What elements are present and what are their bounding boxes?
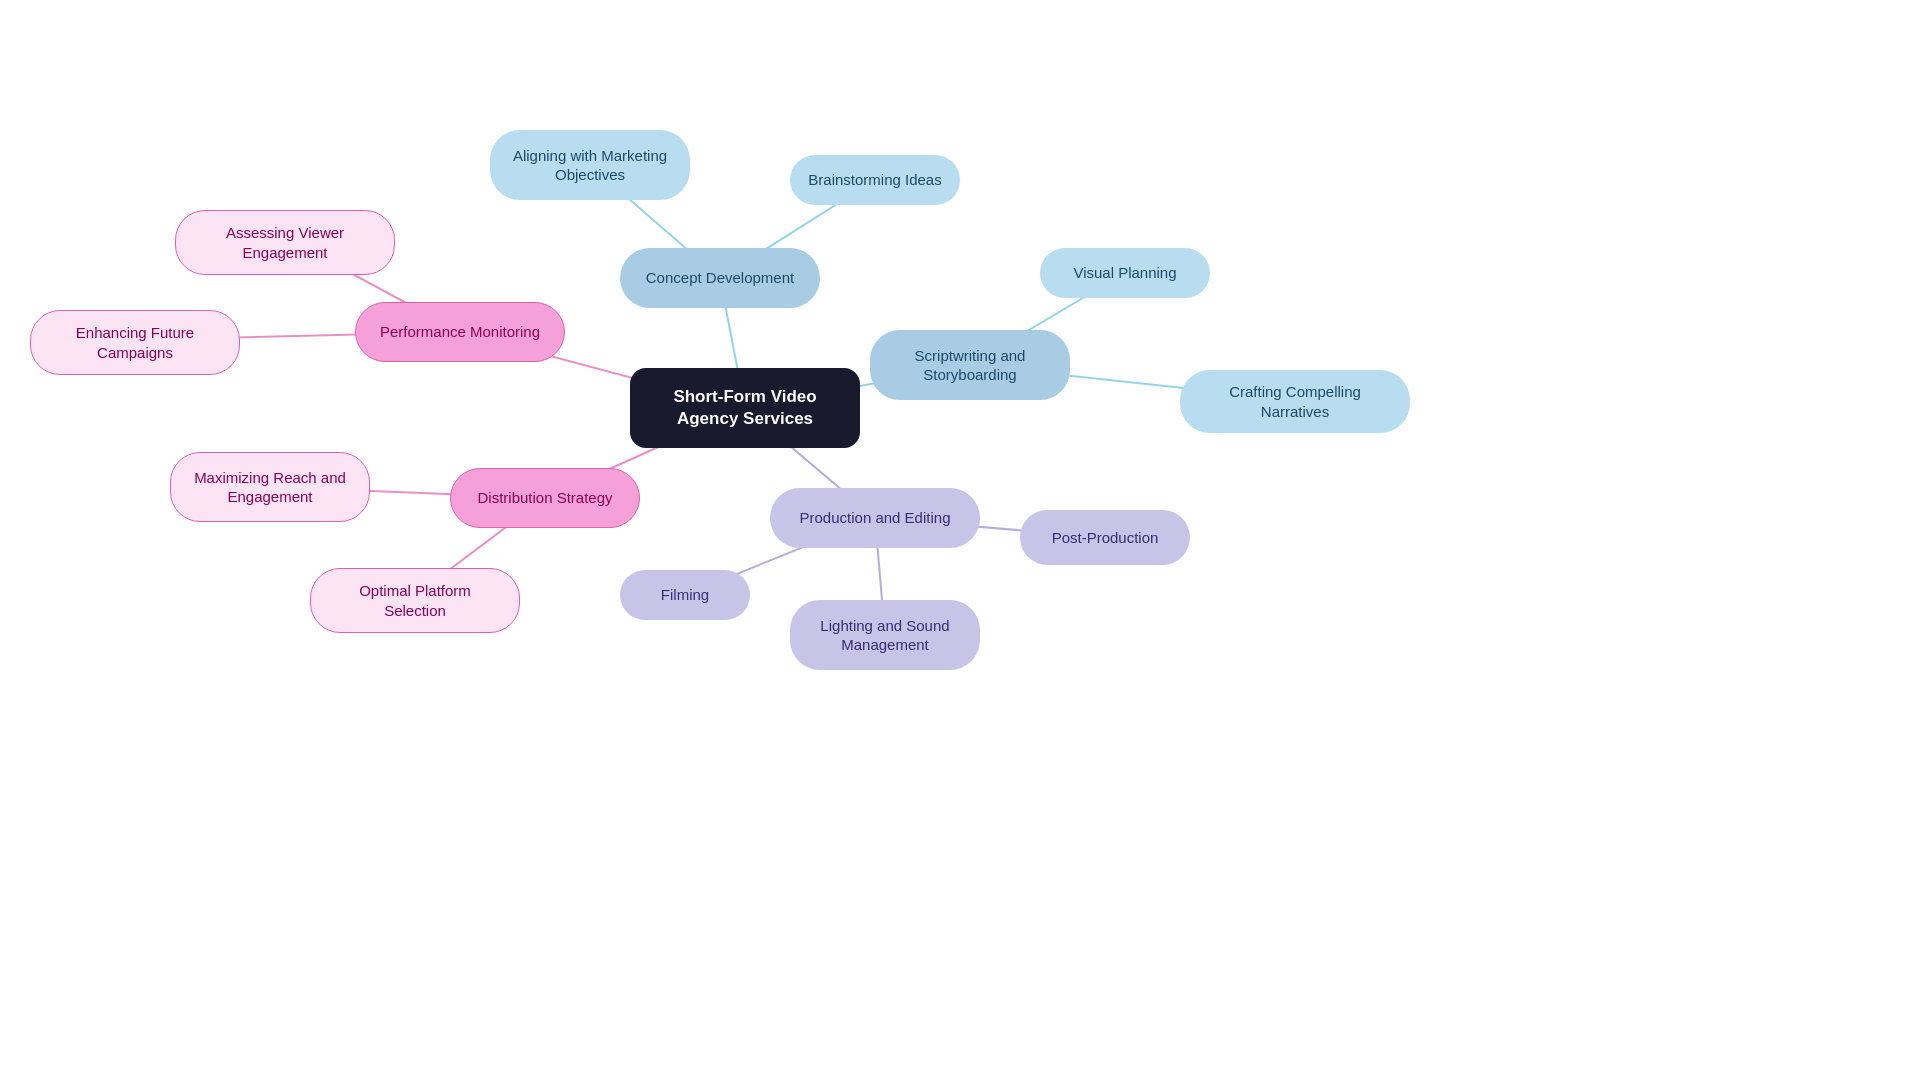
node-production: Production and Editing (770, 488, 980, 548)
node-optimal: Optimal Platform Selection (310, 568, 520, 633)
node-aligning: Aligning with Marketing Objectives (490, 130, 690, 200)
node-distribution: Distribution Strategy (450, 468, 640, 528)
node-lighting: Lighting and Sound Management (790, 600, 980, 670)
center-node: Short-Form Video Agency Services (630, 368, 860, 448)
node-filming: Filming (620, 570, 750, 620)
node-brainstorming: Brainstorming Ideas (790, 155, 960, 205)
node-scriptwriting: Scriptwriting and Storyboarding (870, 330, 1070, 400)
node-post-production: Post-Production (1020, 510, 1190, 565)
node-performance: Performance Monitoring (355, 302, 565, 362)
node-enhancing: Enhancing Future Campaigns (30, 310, 240, 375)
node-concept: Concept Development (620, 248, 820, 308)
node-visual-planning: Visual Planning (1040, 248, 1210, 298)
node-crafting: Crafting Compelling Narratives (1180, 370, 1410, 433)
node-assessing: Assessing Viewer Engagement (175, 210, 395, 275)
mindmap-container: Short-Form Video Agency Services Aligning… (0, 0, 1920, 1083)
node-maximizing: Maximizing Reach and Engagement (170, 452, 370, 522)
